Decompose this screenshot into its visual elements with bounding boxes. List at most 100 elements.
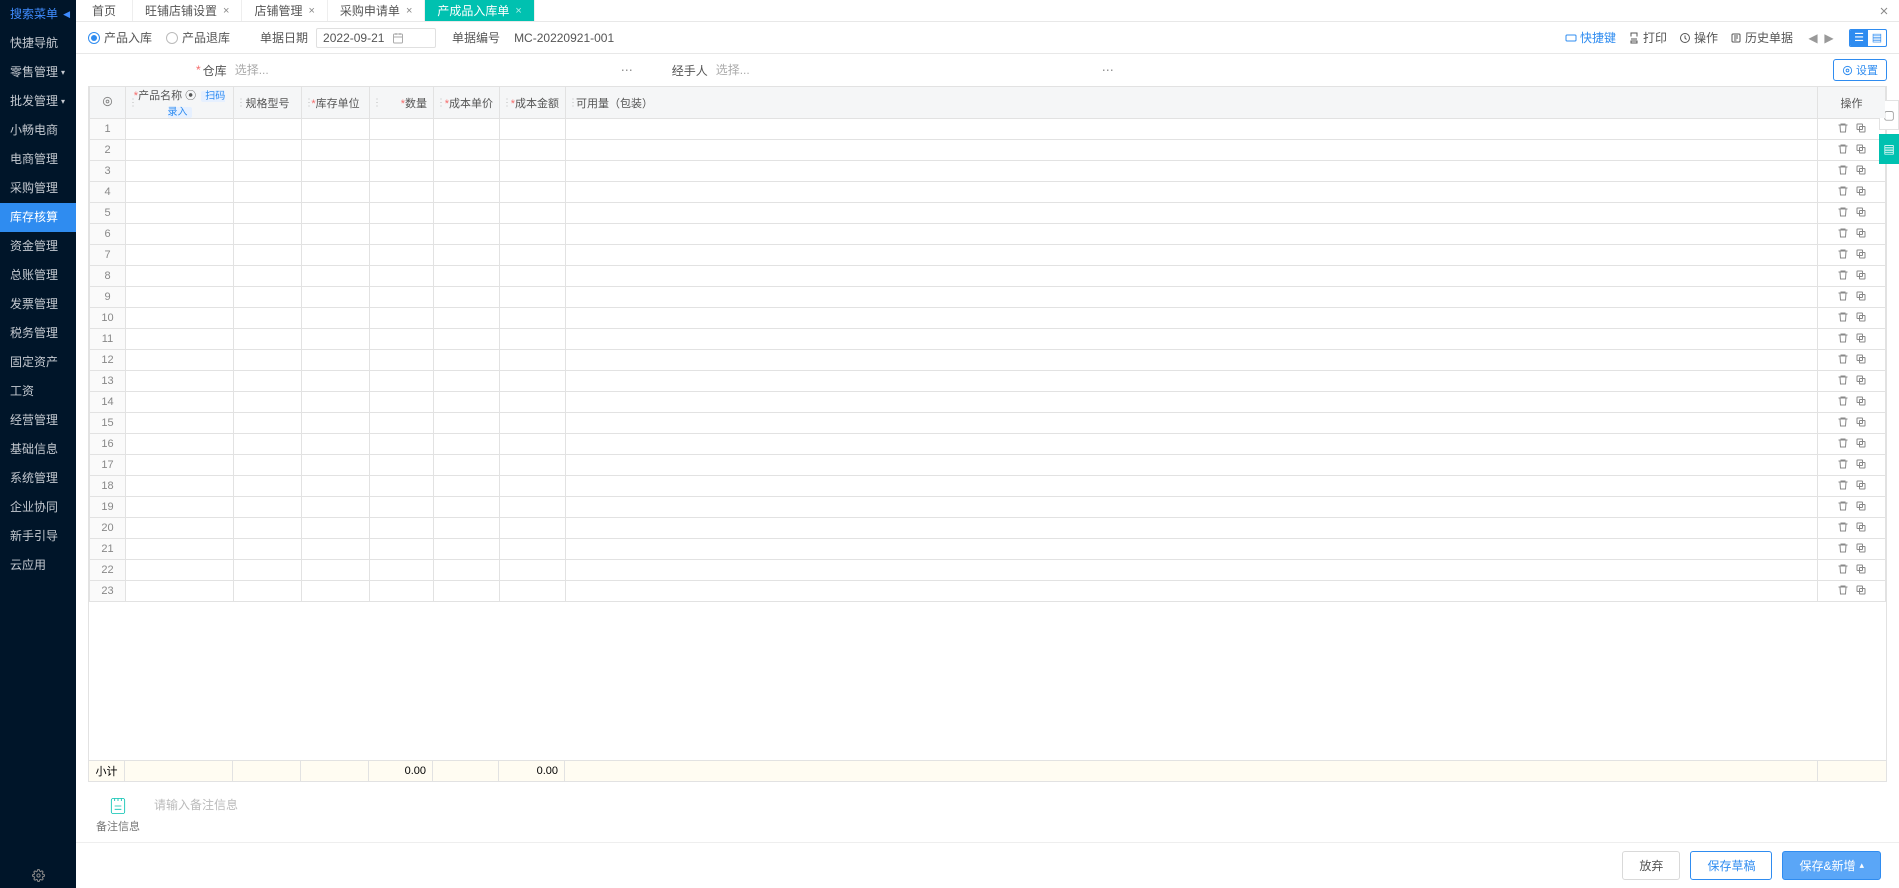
table-row[interactable]: 15 xyxy=(90,413,1886,434)
sidebar-item-15[interactable]: 系统管理 xyxy=(0,464,76,493)
table-row[interactable]: 14 xyxy=(90,392,1886,413)
action-button[interactable]: 操作 xyxy=(1679,29,1718,46)
history-button[interactable]: 历史单据 xyxy=(1730,29,1793,46)
table-row[interactable]: 10 xyxy=(90,308,1886,329)
sidebar-item-9[interactable]: 发票管理 xyxy=(0,290,76,319)
header-unit[interactable]: ⋮*库存单位 xyxy=(302,87,370,119)
table-row[interactable]: 2 xyxy=(90,140,1886,161)
copy-icon[interactable] xyxy=(1855,269,1867,281)
header-gear[interactable] xyxy=(90,87,126,119)
delete-icon[interactable] xyxy=(1837,185,1849,197)
date-input[interactable]: 2022-09-21 xyxy=(316,28,436,48)
sidebar-item-16[interactable]: 企业协同 xyxy=(0,493,76,522)
close-icon[interactable]: × xyxy=(406,5,412,17)
delete-icon[interactable] xyxy=(1837,227,1849,239)
sidebar-item-8[interactable]: 总账管理 xyxy=(0,261,76,290)
sidebar-item-13[interactable]: 经营管理 xyxy=(0,406,76,435)
table-row[interactable]: 20 xyxy=(90,518,1886,539)
copy-icon[interactable] xyxy=(1855,332,1867,344)
sidebar-item-7[interactable]: 资金管理 xyxy=(0,232,76,261)
table-row[interactable]: 8 xyxy=(90,266,1886,287)
rail-item-2[interactable]: ▤ xyxy=(1879,134,1899,164)
table-row[interactable]: 21 xyxy=(90,539,1886,560)
tab-3[interactable]: 产成品入库单× xyxy=(425,0,534,21)
warehouse-picker-icon[interactable]: ⋯ xyxy=(621,63,632,77)
table-row[interactable]: 1 xyxy=(90,119,1886,140)
delete-icon[interactable] xyxy=(1837,584,1849,596)
delete-icon[interactable] xyxy=(1837,332,1849,344)
delete-icon[interactable] xyxy=(1837,500,1849,512)
copy-icon[interactable] xyxy=(1855,521,1867,533)
radio-product-in[interactable]: 产品入库 xyxy=(88,29,152,46)
operator-picker-icon[interactable]: ⋯ xyxy=(1102,63,1113,77)
view-detail-button[interactable]: ▤ xyxy=(1868,30,1886,46)
table-row[interactable]: 23 xyxy=(90,581,1886,602)
discard-button[interactable]: 放弃 xyxy=(1622,851,1680,880)
copy-icon[interactable] xyxy=(1855,395,1867,407)
delete-icon[interactable] xyxy=(1837,479,1849,491)
save-new-button[interactable]: 保存&新增▴ xyxy=(1782,851,1881,880)
table-row[interactable]: 7 xyxy=(90,245,1886,266)
tab-2[interactable]: 采购申请单× xyxy=(328,0,425,21)
delete-icon[interactable] xyxy=(1837,122,1849,134)
table-row[interactable]: 17 xyxy=(90,455,1886,476)
delete-icon[interactable] xyxy=(1837,374,1849,386)
copy-icon[interactable] xyxy=(1855,374,1867,386)
copy-icon[interactable] xyxy=(1855,353,1867,365)
radio-product-out[interactable]: 产品退库 xyxy=(166,29,230,46)
header-spec[interactable]: ⋮规格型号 xyxy=(234,87,302,119)
copy-icon[interactable] xyxy=(1855,311,1867,323)
table-row[interactable]: 16 xyxy=(90,434,1886,455)
header-avail[interactable]: ⋮可用量（包装） xyxy=(566,87,1818,119)
copy-icon[interactable] xyxy=(1855,458,1867,470)
sidebar-item-5[interactable]: 采购管理 xyxy=(0,174,76,203)
next-doc-button[interactable]: ▶ xyxy=(1821,31,1837,45)
copy-icon[interactable] xyxy=(1855,143,1867,155)
sidebar-item-6[interactable]: 库存核算 xyxy=(0,203,76,232)
header-price[interactable]: ⋮*成本单价 xyxy=(434,87,500,119)
print-button[interactable]: 打印 xyxy=(1628,29,1667,46)
delete-icon[interactable] xyxy=(1837,416,1849,428)
table-row[interactable]: 5 xyxy=(90,203,1886,224)
copy-icon[interactable] xyxy=(1855,542,1867,554)
memo-input[interactable] xyxy=(154,796,1254,824)
copy-icon[interactable] xyxy=(1855,122,1867,134)
copy-icon[interactable] xyxy=(1855,416,1867,428)
copy-icon[interactable] xyxy=(1855,479,1867,491)
table-row[interactable]: 19 xyxy=(90,497,1886,518)
delete-icon[interactable] xyxy=(1837,164,1849,176)
sidebar-item-12[interactable]: 工资 xyxy=(0,377,76,406)
delete-icon[interactable] xyxy=(1837,269,1849,281)
table-row[interactable]: 4 xyxy=(90,182,1886,203)
table-row[interactable]: 22 xyxy=(90,560,1886,581)
header-product[interactable]: ⋮*产品名称 ⦿ 扫码录入 xyxy=(126,87,234,119)
delete-icon[interactable] xyxy=(1837,521,1849,533)
close-all-button[interactable] xyxy=(1873,0,1895,22)
copy-icon[interactable] xyxy=(1855,584,1867,596)
table-row[interactable]: 13 xyxy=(90,371,1886,392)
sidebar-item-18[interactable]: 云应用 xyxy=(0,551,76,580)
header-qty[interactable]: ⋮*数量 xyxy=(370,87,434,119)
sidebar-search[interactable]: 搜索菜单 ◀ xyxy=(0,0,76,29)
delete-icon[interactable] xyxy=(1837,206,1849,218)
copy-icon[interactable] xyxy=(1855,290,1867,302)
save-draft-button[interactable]: 保存草稿 xyxy=(1690,851,1772,880)
table-row[interactable]: 6 xyxy=(90,224,1886,245)
delete-icon[interactable] xyxy=(1837,290,1849,302)
sidebar-item-17[interactable]: 新手引导 xyxy=(0,522,76,551)
grid-settings-button[interactable]: 设置 xyxy=(1833,59,1887,81)
tab-0[interactable]: 旺铺店铺设置× xyxy=(133,0,242,21)
close-icon[interactable]: × xyxy=(515,5,521,17)
sidebar-item-0[interactable]: 快捷导航 xyxy=(0,29,76,58)
sidebar-item-14[interactable]: 基础信息 xyxy=(0,435,76,464)
delete-icon[interactable] xyxy=(1837,542,1849,554)
sidebar-item-2[interactable]: 批发管理▾ xyxy=(0,87,76,116)
sidebar-item-10[interactable]: 税务管理 xyxy=(0,319,76,348)
delete-icon[interactable] xyxy=(1837,248,1849,260)
tab-1[interactable]: 店铺管理× xyxy=(242,0,327,21)
table-row[interactable]: 9 xyxy=(90,287,1886,308)
close-icon[interactable]: × xyxy=(223,5,229,17)
table-row[interactable]: 11 xyxy=(90,329,1886,350)
copy-icon[interactable] xyxy=(1855,500,1867,512)
hotkey-button[interactable]: 快捷键 xyxy=(1565,29,1616,46)
